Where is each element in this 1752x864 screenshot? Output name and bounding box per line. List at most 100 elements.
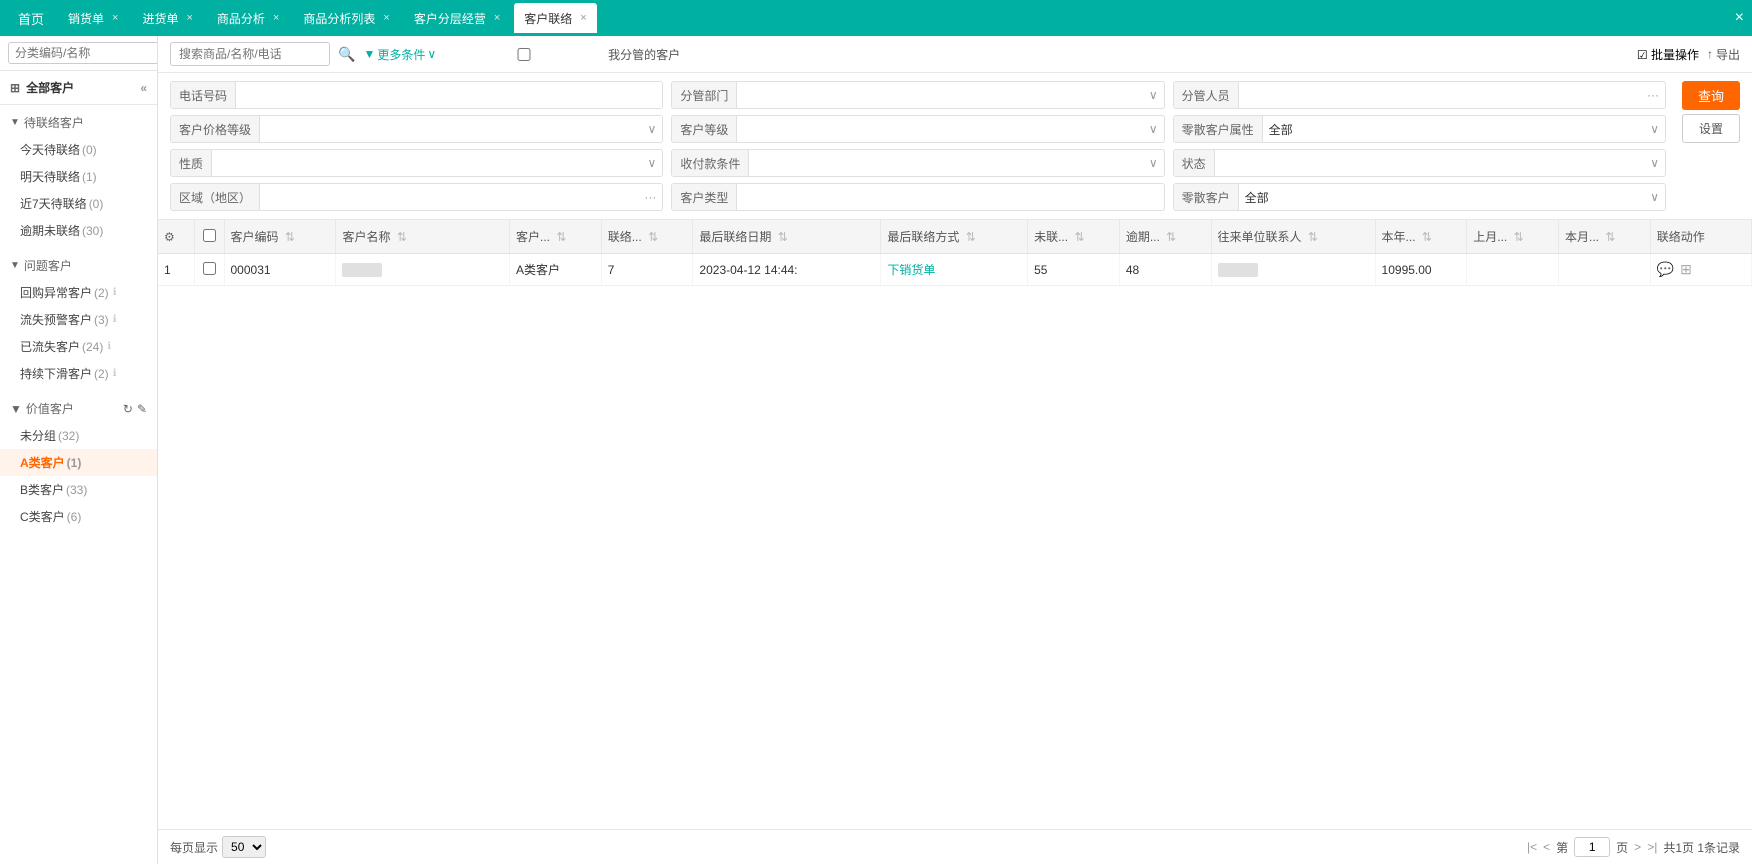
- last-page-btn[interactable]: >|: [1647, 840, 1657, 854]
- sort-icon-contact[interactable]: ⇅: [648, 230, 658, 244]
- row-lastmethod: 下销货单: [881, 254, 1028, 286]
- col-lastmonth: 上月... ⇅: [1467, 220, 1559, 254]
- setting-button[interactable]: 设置: [1682, 114, 1740, 143]
- filter-status: 状态 ∨: [1173, 149, 1666, 177]
- status-arrow-icon[interactable]: ∨: [1644, 156, 1665, 170]
- next-page-btn[interactable]: >: [1634, 840, 1641, 854]
- sidebar-item-rebuy-abnormal[interactable]: 回购异常客户 (2) ℹ: [0, 279, 157, 306]
- sidebar-item-declining[interactable]: 持续下滑客户 (2) ℹ: [0, 360, 157, 387]
- filter-retail-attr-value[interactable]: 全部: [1263, 121, 1645, 138]
- refresh-icon[interactable]: ↻: [123, 402, 133, 416]
- sidebar-item-churned[interactable]: 已流失客户 (24) ℹ: [0, 333, 157, 360]
- region-dots-icon[interactable]: ···: [638, 190, 662, 204]
- tab-purchase-order-close[interactable]: ×: [186, 12, 192, 24]
- sidebar-section-pending: ▼ 待联络客户 今天待联络 (0) 明天待联络 (1) 近7天待联络 (0) 逾…: [0, 105, 157, 248]
- select-all-checkbox[interactable]: [203, 229, 216, 242]
- row-uncontacted: 55: [1028, 254, 1120, 286]
- filter-customer-level: 客户等级 ∨: [671, 115, 1164, 143]
- sidebar-all-customers[interactable]: ⊞ 全部客户 «: [0, 71, 157, 105]
- sidebar-item-7days[interactable]: 近7天待联络 (0): [0, 190, 157, 217]
- payment-arrow-icon[interactable]: ∨: [1143, 156, 1164, 170]
- sort-icon-name[interactable]: ⇅: [397, 230, 407, 244]
- filter-search-icon[interactable]: 🔍: [338, 46, 355, 63]
- window-close[interactable]: ×: [1735, 9, 1744, 27]
- tab-customer-contact-close[interactable]: ×: [580, 12, 586, 24]
- page-number-input[interactable]: [1574, 837, 1610, 857]
- sidebar-item-c-class[interactable]: C类客户 (6): [0, 503, 157, 530]
- nature-arrow-icon[interactable]: ∨: [642, 156, 663, 170]
- sidebar-collapse-icon[interactable]: «: [140, 81, 147, 95]
- sidebar-section-problem-header[interactable]: ▼ 问题客户: [0, 252, 157, 279]
- tab-customer-tiering[interactable]: 客户分层经营 ×: [404, 3, 510, 33]
- sort-icon-contact2[interactable]: ⇅: [1308, 230, 1318, 244]
- retail-arrow-icon[interactable]: ∨: [1644, 190, 1665, 204]
- tab-sales-order-close[interactable]: ×: [112, 12, 118, 24]
- sort-icon-level[interactable]: ⇅: [556, 230, 566, 244]
- tab-customer-tiering-close[interactable]: ×: [494, 12, 500, 24]
- first-page-btn[interactable]: |<: [1527, 840, 1537, 854]
- query-button[interactable]: 查询: [1682, 81, 1740, 110]
- grid-action-icon[interactable]: ⊞: [1680, 261, 1692, 278]
- filter-row-1: 电话号码 分管部门 ∨ 分管人员 ···: [170, 81, 1674, 109]
- search-input[interactable]: [170, 42, 330, 66]
- export-btn[interactable]: ↑ 导出: [1707, 46, 1740, 63]
- filter-retail-value[interactable]: 全部: [1239, 189, 1645, 206]
- content-area: 🔍 ▼ 更多条件 ∨ 我分管的客户 ☑ 批量操作 ↑ 导出: [158, 36, 1752, 864]
- more-filter-btn[interactable]: ▼ 更多条件 ∨: [363, 46, 436, 63]
- my-customer-check[interactable]: [444, 48, 604, 61]
- filter-status-label: 状态: [1174, 150, 1215, 176]
- table-gear-icon[interactable]: ⚙: [164, 230, 175, 244]
- manager-dots-icon[interactable]: ···: [1641, 88, 1665, 102]
- sidebar-search-input[interactable]: [8, 42, 158, 64]
- filter-dept: 分管部门 ∨: [671, 81, 1164, 109]
- sort-icon-thismonth[interactable]: ⇅: [1605, 230, 1615, 244]
- sidebar-item-tomorrow[interactable]: 明天待联络 (1): [0, 163, 157, 190]
- customer-level-arrow-icon[interactable]: ∨: [1143, 122, 1164, 136]
- tab-purchase-order[interactable]: 进货单 ×: [132, 3, 202, 33]
- my-customer-checkbox[interactable]: 我分管的客户: [444, 46, 680, 63]
- per-page-control: 每页显示 50: [170, 836, 266, 858]
- sort-icon-lastdate[interactable]: ⇅: [778, 230, 788, 244]
- sidebar-item-churn-warning[interactable]: 流失预警客户 (3) ℹ: [0, 306, 157, 333]
- tab-product-analysis[interactable]: 商品分析 ×: [207, 3, 289, 33]
- price-level-arrow-icon[interactable]: ∨: [642, 122, 663, 136]
- sidebar-section-value: ▼ 价值客户 ↻ ✎ 未分组 (32) A类客户 (1) B类客户 (33) C…: [0, 391, 157, 534]
- sidebar-section-value-header[interactable]: ▼ 价值客户 ↻ ✎: [0, 395, 157, 422]
- tab-product-analysis-close[interactable]: ×: [273, 12, 279, 24]
- filter-btn-group: 查询 设置: [1682, 81, 1740, 143]
- sidebar-item-unclassified[interactable]: 未分组 (32): [0, 422, 157, 449]
- sort-icon-uncontacted[interactable]: ⇅: [1074, 230, 1084, 244]
- action-icons-group: 💬 ⊞: [1657, 261, 1745, 278]
- sort-icon-code[interactable]: ⇅: [285, 230, 295, 244]
- tab-product-analysis-list[interactable]: 商品分析列表 ×: [293, 3, 399, 33]
- sidebar-item-overdue[interactable]: 逾期未联络 (30): [0, 217, 157, 244]
- per-page-select[interactable]: 50: [222, 836, 266, 858]
- info-icon-2: ℹ: [113, 314, 117, 325]
- sidebar-item-a-class[interactable]: A类客户 (1): [0, 449, 157, 476]
- dept-arrow-icon[interactable]: ∨: [1143, 88, 1164, 102]
- row-contact: 7: [601, 254, 693, 286]
- prev-page-btn[interactable]: <: [1543, 840, 1550, 854]
- row-checkbox[interactable]: [203, 262, 216, 275]
- batch-ops-btn[interactable]: ☑ 批量操作: [1637, 46, 1699, 63]
- retail-attr-arrow-icon[interactable]: ∨: [1644, 122, 1665, 136]
- table-header-row: ⚙ 客户编码 ⇅ 客户名称 ⇅: [158, 220, 1752, 254]
- col-name: 客户名称 ⇅: [336, 220, 510, 254]
- edit-icon[interactable]: ✎: [137, 402, 147, 416]
- sort-icon-overdue[interactable]: ⇅: [1166, 230, 1176, 244]
- last-method-link[interactable]: 下销货单: [887, 263, 935, 277]
- nav-home[interactable]: 首页: [8, 5, 54, 32]
- info-icon-3: ℹ: [107, 341, 111, 352]
- col-contact2: 往来单位联系人 ⇅: [1211, 220, 1375, 254]
- sidebar-item-today[interactable]: 今天待联络 (0): [0, 136, 157, 163]
- sidebar-section-pending-header[interactable]: ▼ 待联络客户: [0, 109, 157, 136]
- tab-sales-order[interactable]: 销货单 ×: [58, 3, 128, 33]
- chat-icon[interactable]: 💬: [1657, 261, 1674, 278]
- sort-icon-lastmonth[interactable]: ⇅: [1514, 230, 1524, 244]
- sidebar-item-b-class[interactable]: B类客户 (33): [0, 476, 157, 503]
- sort-icon-lastmethod[interactable]: ⇅: [966, 230, 976, 244]
- sort-icon-thisyear[interactable]: ⇅: [1422, 230, 1432, 244]
- tab-product-analysis-list-close[interactable]: ×: [383, 12, 389, 24]
- tab-customer-contact[interactable]: 客户联络 ×: [514, 3, 596, 33]
- sidebar: 🔍 ⊞ 全部客户 « ▼ 待联络客户 今天待联络 (0) 明天待联络 (1) 近…: [0, 36, 158, 864]
